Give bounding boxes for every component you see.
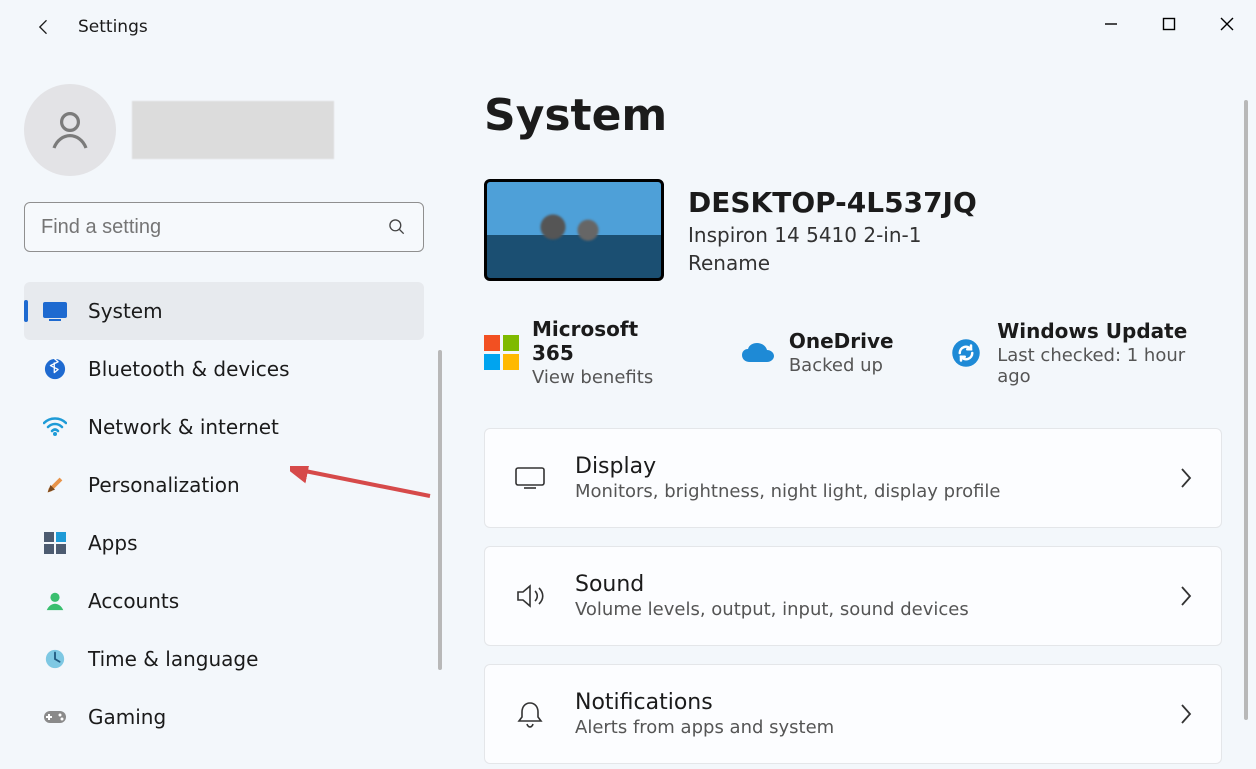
card-title: Sound bbox=[575, 572, 969, 597]
sidebar-item-label: System bbox=[88, 299, 163, 323]
status-sub: Backed up bbox=[789, 355, 894, 376]
search-box[interactable] bbox=[24, 202, 424, 252]
system-icon bbox=[40, 301, 70, 321]
status-row: Microsoft 365 View benefits OneDrive Bac… bbox=[484, 317, 1222, 388]
status-sub: View benefits bbox=[532, 367, 685, 388]
chevron-right-icon bbox=[1179, 467, 1193, 489]
window-controls bbox=[1082, 0, 1256, 48]
onedrive-icon bbox=[741, 336, 775, 370]
device-summary: DESKTOP-4L537JQ Inspiron 14 5410 2-in-1 … bbox=[484, 179, 1222, 281]
paintbrush-icon bbox=[40, 474, 70, 496]
app-title: Settings bbox=[78, 17, 148, 37]
sidebar-item-network[interactable]: Network & internet bbox=[24, 398, 424, 456]
status-label: Microsoft 365 bbox=[532, 317, 685, 365]
status-sub: Last checked: 1 hour ago bbox=[997, 345, 1222, 387]
card-subtitle: Monitors, brightness, night light, displ… bbox=[575, 481, 1001, 502]
user-name-redacted bbox=[132, 101, 334, 159]
wallpaper-thumbnail[interactable] bbox=[484, 179, 664, 281]
nav-list: System Bluetooth & devices Network & int… bbox=[24, 282, 424, 746]
sidebar: System Bluetooth & devices Network & int… bbox=[0, 54, 450, 769]
profile-block[interactable] bbox=[24, 84, 440, 176]
wifi-icon bbox=[40, 417, 70, 437]
sidebar-item-label: Gaming bbox=[88, 705, 166, 729]
sidebar-item-label: Bluetooth & devices bbox=[88, 357, 290, 381]
sidebar-item-gaming[interactable]: Gaming bbox=[24, 688, 424, 746]
accounts-icon bbox=[40, 590, 70, 612]
card-title: Display bbox=[575, 454, 1001, 479]
sidebar-item-label: Personalization bbox=[88, 473, 240, 497]
device-name: DESKTOP-4L537JQ bbox=[688, 186, 977, 219]
display-icon bbox=[513, 467, 547, 489]
bell-icon bbox=[513, 700, 547, 728]
minimize-button[interactable] bbox=[1082, 0, 1140, 48]
gamepad-icon bbox=[40, 708, 70, 726]
sidebar-item-bluetooth[interactable]: Bluetooth & devices bbox=[24, 340, 424, 398]
maximize-button[interactable] bbox=[1140, 0, 1198, 48]
main-pane: System DESKTOP-4L537JQ Inspiron 14 5410 … bbox=[450, 54, 1256, 769]
clock-globe-icon bbox=[40, 648, 70, 670]
status-windows-update[interactable]: Windows Update Last checked: 1 hour ago bbox=[950, 317, 1222, 388]
card-title: Notifications bbox=[575, 690, 834, 715]
status-label: OneDrive bbox=[789, 329, 894, 353]
page-title: System bbox=[484, 90, 1222, 141]
sidebar-item-apps[interactable]: Apps bbox=[24, 514, 424, 572]
sidebar-item-time-language[interactable]: Time & language bbox=[24, 630, 424, 688]
search-icon bbox=[387, 217, 407, 237]
minimize-icon bbox=[1104, 17, 1118, 31]
back-button[interactable] bbox=[24, 7, 64, 47]
apps-icon bbox=[40, 532, 70, 554]
arrow-left-icon bbox=[34, 17, 54, 37]
sidebar-item-label: Network & internet bbox=[88, 415, 279, 439]
search-input[interactable] bbox=[41, 216, 387, 239]
titlebar: Settings bbox=[0, 0, 1256, 54]
card-notifications[interactable]: Notifications Alerts from apps and syste… bbox=[484, 664, 1222, 764]
chevron-right-icon bbox=[1179, 585, 1193, 607]
card-display[interactable]: Display Monitors, brightness, night ligh… bbox=[484, 428, 1222, 528]
card-subtitle: Alerts from apps and system bbox=[575, 717, 834, 738]
card-sound[interactable]: Sound Volume levels, output, input, soun… bbox=[484, 546, 1222, 646]
sound-icon bbox=[513, 583, 547, 609]
status-onedrive[interactable]: OneDrive Backed up bbox=[741, 317, 894, 388]
update-sync-icon bbox=[950, 336, 984, 370]
chevron-right-icon bbox=[1179, 703, 1193, 725]
user-avatar bbox=[24, 84, 116, 176]
sidebar-scrollbar[interactable] bbox=[438, 350, 442, 670]
close-button[interactable] bbox=[1198, 0, 1256, 48]
status-label: Windows Update bbox=[997, 319, 1222, 343]
rename-link[interactable]: Rename bbox=[688, 251, 977, 275]
main-scrollbar[interactable] bbox=[1244, 100, 1248, 720]
bluetooth-icon bbox=[40, 358, 70, 380]
device-model: Inspiron 14 5410 2-in-1 bbox=[688, 223, 977, 247]
sidebar-item-system[interactable]: System bbox=[24, 282, 424, 340]
card-subtitle: Volume levels, output, input, sound devi… bbox=[575, 599, 969, 620]
status-microsoft365[interactable]: Microsoft 365 View benefits bbox=[484, 317, 685, 388]
sidebar-item-accounts[interactable]: Accounts bbox=[24, 572, 424, 630]
sidebar-item-personalization[interactable]: Personalization bbox=[24, 456, 424, 514]
sidebar-item-label: Time & language bbox=[88, 647, 258, 671]
microsoft-logo-icon bbox=[484, 336, 518, 370]
sidebar-item-label: Accounts bbox=[88, 589, 179, 613]
person-icon bbox=[46, 106, 94, 154]
maximize-icon bbox=[1162, 17, 1176, 31]
sidebar-item-label: Apps bbox=[88, 531, 138, 555]
close-icon bbox=[1220, 17, 1234, 31]
